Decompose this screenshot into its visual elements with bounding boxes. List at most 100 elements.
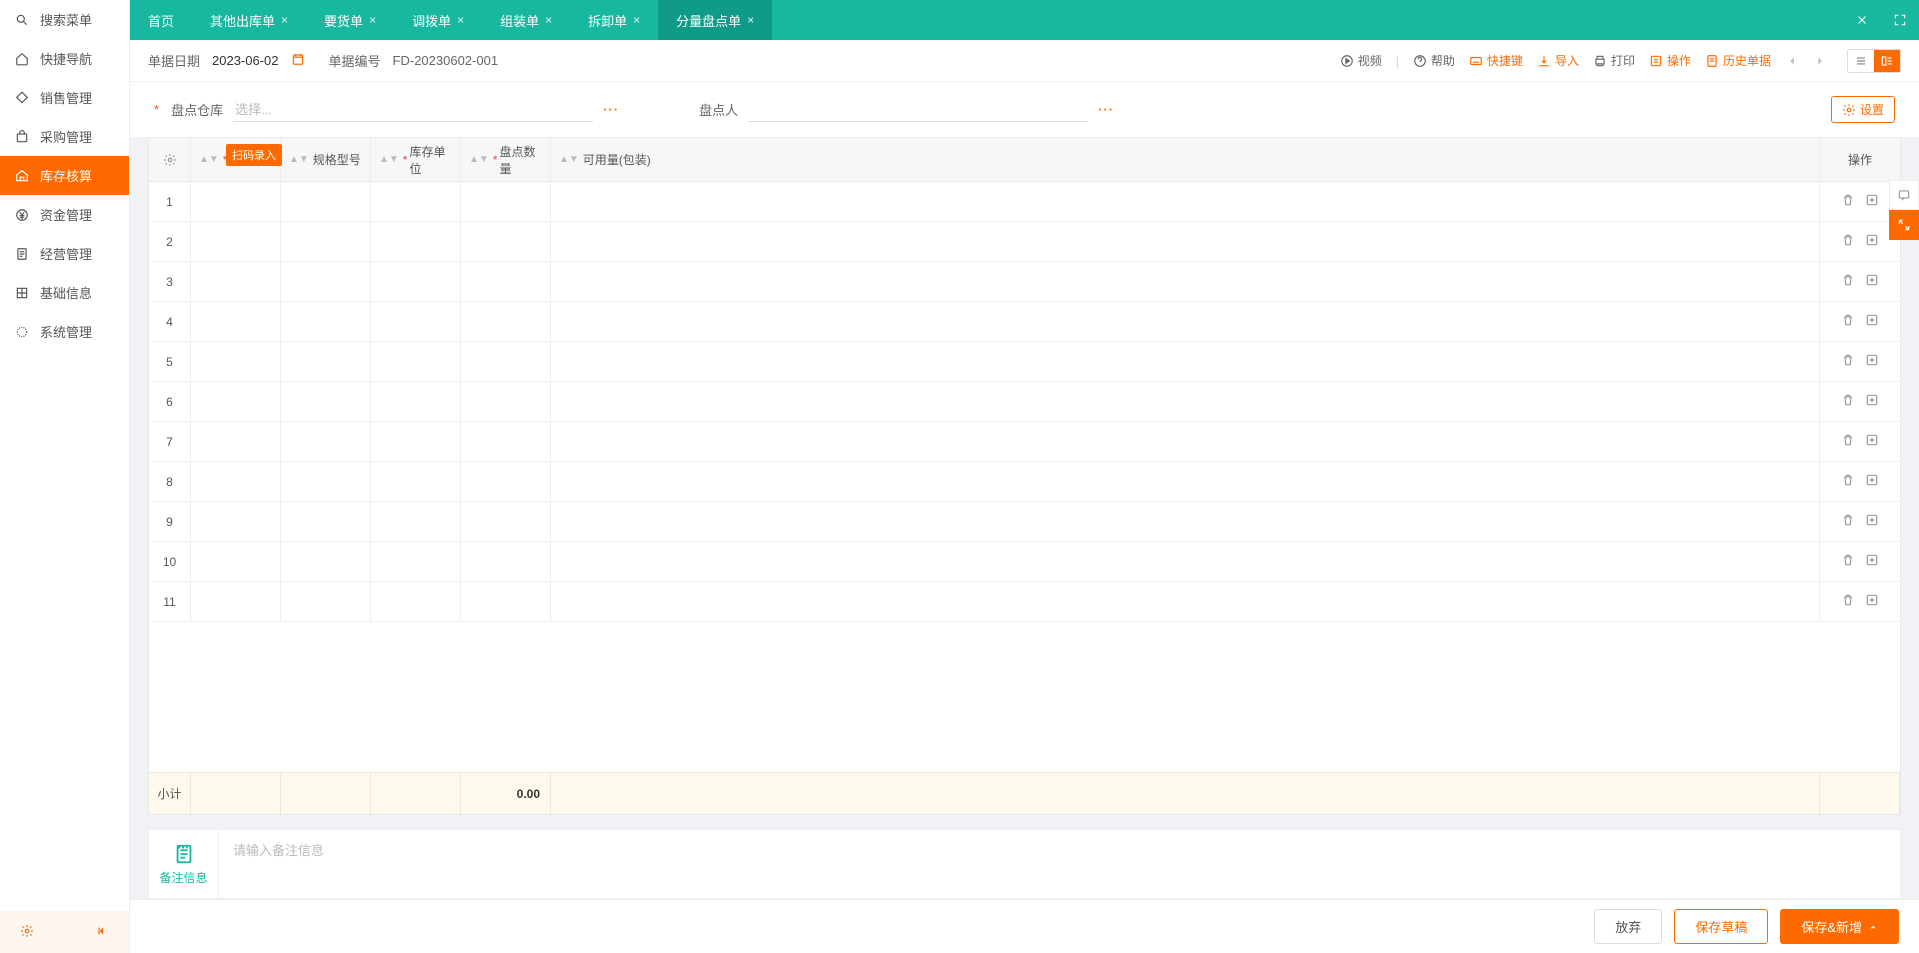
tab-assemble[interactable]: 组装单×	[482, 0, 570, 40]
add-icon[interactable]	[1865, 473, 1879, 490]
date-value[interactable]: 2023-06-02	[212, 53, 279, 68]
cell-avail[interactable]	[551, 222, 1820, 261]
view-list[interactable]	[1848, 50, 1874, 72]
table-row[interactable]: 7	[149, 422, 1900, 462]
action-next[interactable]	[1813, 54, 1827, 68]
warehouse-more[interactable]: ···	[603, 102, 619, 117]
person-input[interactable]	[748, 98, 1088, 122]
action-operate[interactable]: 操作	[1649, 52, 1691, 69]
sidebar-item-finance[interactable]: 资金管理	[0, 195, 129, 234]
delete-icon[interactable]	[1841, 193, 1855, 210]
action-history[interactable]: 历史单据	[1705, 52, 1771, 69]
cell-goods[interactable]	[191, 302, 281, 341]
add-icon[interactable]	[1865, 593, 1879, 610]
cell-spec[interactable]	[281, 422, 371, 461]
add-icon[interactable]	[1865, 353, 1879, 370]
add-icon[interactable]	[1865, 273, 1879, 290]
cell-spec[interactable]	[281, 222, 371, 261]
cell-unit[interactable]	[371, 422, 461, 461]
action-import[interactable]: 导入	[1537, 52, 1579, 69]
cell-qty[interactable]	[461, 502, 551, 541]
cell-spec[interactable]	[281, 182, 371, 221]
th-goods[interactable]: ▲▼*商品 扫码录入	[191, 138, 281, 181]
table-row[interactable]: 11	[149, 582, 1900, 622]
warehouse-input[interactable]	[233, 98, 593, 122]
table-row[interactable]: 2	[149, 222, 1900, 262]
delete-icon[interactable]	[1841, 353, 1855, 370]
add-icon[interactable]	[1865, 193, 1879, 210]
sidebar-item-system[interactable]: 系统管理	[0, 312, 129, 351]
save-draft-button[interactable]: 保存草稿	[1674, 909, 1768, 944]
cell-goods[interactable]	[191, 222, 281, 261]
table-row[interactable]: 5	[149, 342, 1900, 382]
action-help[interactable]: 帮助	[1413, 52, 1455, 69]
cell-goods[interactable]	[191, 502, 281, 541]
cell-spec[interactable]	[281, 542, 371, 581]
cell-avail[interactable]	[551, 542, 1820, 581]
tabs-fullscreen[interactable]	[1881, 0, 1919, 40]
table-row[interactable]: 4	[149, 302, 1900, 342]
view-form[interactable]	[1874, 50, 1900, 72]
tab-transfer[interactable]: 调拨单×	[394, 0, 482, 40]
cell-unit[interactable]	[371, 342, 461, 381]
cell-spec[interactable]	[281, 342, 371, 381]
cell-qty[interactable]	[461, 182, 551, 221]
delete-icon[interactable]	[1841, 553, 1855, 570]
add-icon[interactable]	[1865, 393, 1879, 410]
delete-icon[interactable]	[1841, 593, 1855, 610]
cell-goods[interactable]	[191, 382, 281, 421]
cell-avail[interactable]	[551, 502, 1820, 541]
cell-spec[interactable]	[281, 382, 371, 421]
cell-avail[interactable]	[551, 582, 1820, 621]
float-chat[interactable]	[1889, 180, 1919, 210]
sidebar-item-purchase[interactable]: 采购管理	[0, 117, 129, 156]
cell-avail[interactable]	[551, 382, 1820, 421]
action-video[interactable]: 视频	[1340, 52, 1382, 69]
cell-goods[interactable]	[191, 422, 281, 461]
cell-goods[interactable]	[191, 182, 281, 221]
cell-spec[interactable]	[281, 302, 371, 341]
delete-icon[interactable]	[1841, 473, 1855, 490]
close-icon[interactable]: ×	[281, 13, 288, 27]
th-qty[interactable]: ▲▼*盘点数量	[461, 138, 551, 181]
settings-button[interactable]: 设置	[1831, 96, 1895, 123]
th-avail[interactable]: ▲▼可用量(包装)	[551, 138, 1820, 181]
gear-icon[interactable]	[20, 924, 34, 941]
add-icon[interactable]	[1865, 233, 1879, 250]
add-icon[interactable]	[1865, 433, 1879, 450]
th-unit[interactable]: ▲▼*库存单位	[371, 138, 461, 181]
person-more[interactable]: ···	[1098, 102, 1114, 117]
delete-icon[interactable]	[1841, 233, 1855, 250]
cell-qty[interactable]	[461, 582, 551, 621]
add-icon[interactable]	[1865, 313, 1879, 330]
table-row[interactable]: 10	[149, 542, 1900, 582]
cell-spec[interactable]	[281, 262, 371, 301]
add-icon[interactable]	[1865, 513, 1879, 530]
sidebar-item-quicknav[interactable]: 快捷导航	[0, 39, 129, 78]
delete-icon[interactable]	[1841, 433, 1855, 450]
tab-portion-count[interactable]: 分量盘点单×	[658, 0, 772, 40]
cell-unit[interactable]	[371, 302, 461, 341]
cell-unit[interactable]	[371, 502, 461, 541]
cell-qty[interactable]	[461, 462, 551, 501]
cell-unit[interactable]	[371, 462, 461, 501]
cell-spec[interactable]	[281, 462, 371, 501]
cell-goods[interactable]	[191, 262, 281, 301]
cell-avail[interactable]	[551, 422, 1820, 461]
cell-unit[interactable]	[371, 382, 461, 421]
cell-goods[interactable]	[191, 342, 281, 381]
discard-button[interactable]: 放弃	[1594, 909, 1662, 944]
table-row[interactable]: 3	[149, 262, 1900, 302]
sidebar-item-inventory[interactable]: 库存核算	[0, 156, 129, 195]
cell-avail[interactable]	[551, 462, 1820, 501]
delete-icon[interactable]	[1841, 313, 1855, 330]
cell-goods[interactable]	[191, 462, 281, 501]
action-prev[interactable]	[1785, 54, 1799, 68]
table-row[interactable]: 1	[149, 182, 1900, 222]
cell-qty[interactable]	[461, 222, 551, 261]
cell-spec[interactable]	[281, 502, 371, 541]
sidebar-item-sales[interactable]: 销售管理	[0, 78, 129, 117]
tab-request[interactable]: 要货单×	[306, 0, 394, 40]
cell-avail[interactable]	[551, 262, 1820, 301]
save-add-button[interactable]: 保存&新增	[1780, 909, 1899, 944]
